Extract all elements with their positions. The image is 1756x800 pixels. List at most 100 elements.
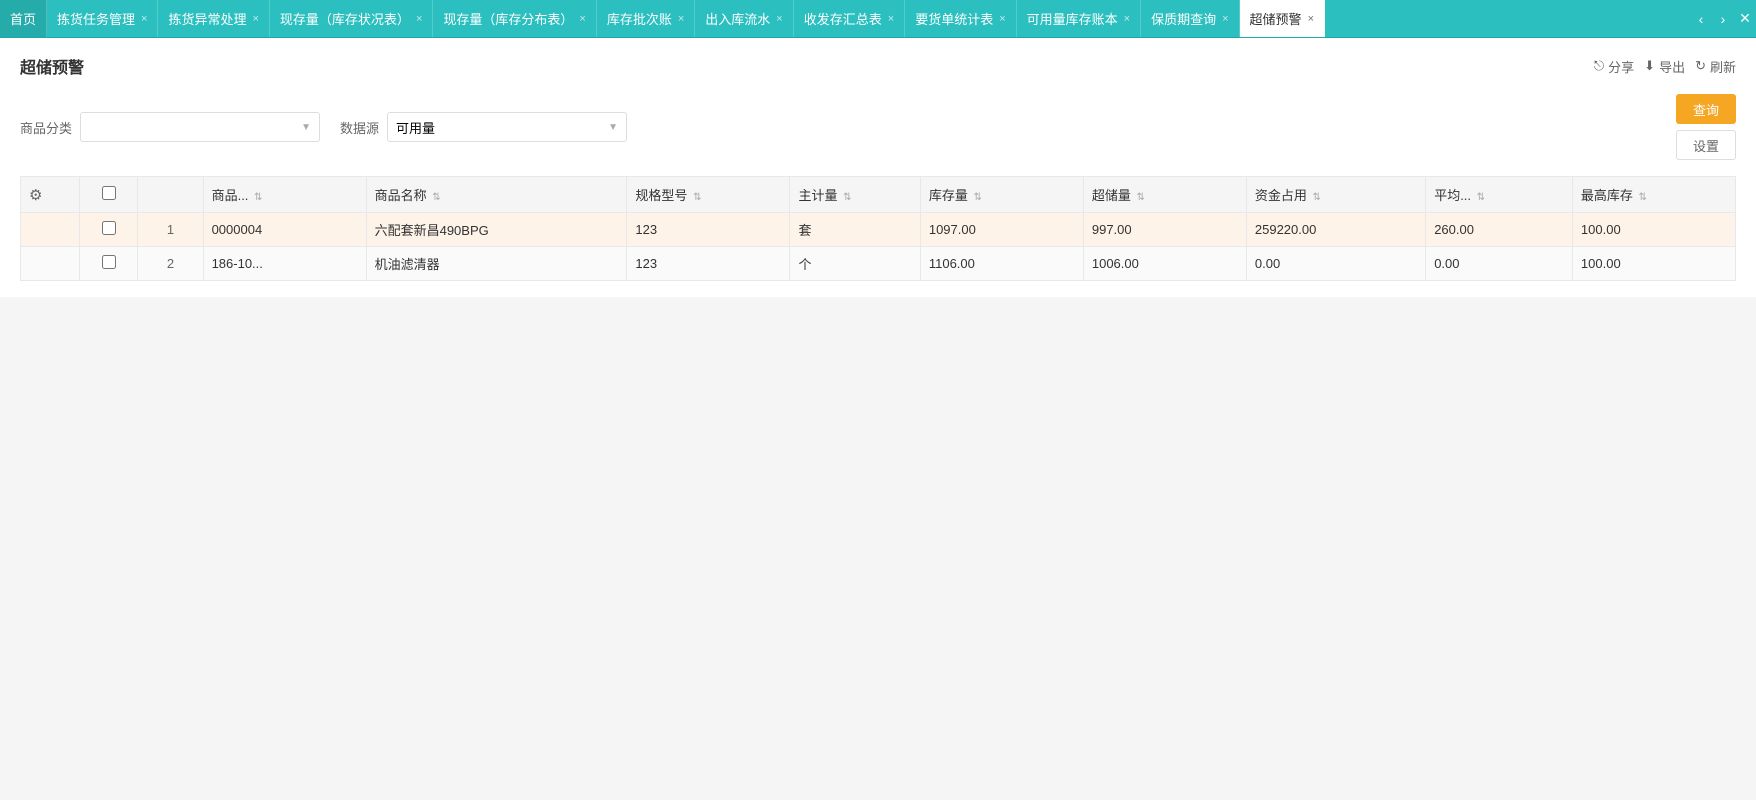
col-avg-price-header[interactable]: 平均... ⇅ (1426, 177, 1573, 213)
col-max-stock-label: 最高库存 (1581, 188, 1633, 203)
nav-available[interactable]: 可用量库存账本 × (1017, 0, 1141, 38)
settings-button[interactable]: 设置 (1676, 130, 1736, 160)
nav-shelf-life-label: 保质期查询 (1151, 9, 1216, 28)
refresh-label: 刷新 (1710, 57, 1736, 76)
nav-stock-status-close[interactable]: × (416, 13, 422, 25)
refresh-icon: ↻ (1695, 58, 1706, 74)
table-body: 1 0000004 六配套新昌490BPG 123 套 1097.00 997.… (21, 213, 1736, 281)
col-unit-sort-icon: ⇅ (843, 192, 851, 203)
row-num-cell: 2 (138, 247, 203, 281)
row-spec-cell: 123 (627, 247, 790, 281)
nav-next-button[interactable]: › (1712, 0, 1734, 38)
nav-exception-close[interactable]: × (252, 13, 258, 25)
export-button[interactable]: ⬇ 导出 (1644, 57, 1685, 76)
col-stock-qty-header[interactable]: 库存量 ⇅ (920, 177, 1083, 213)
row-num-cell: 1 (138, 213, 203, 247)
col-product-code-header[interactable]: 商品... ⇅ (203, 177, 366, 213)
row-settings-cell (21, 247, 80, 281)
export-icon: ⬇ (1644, 58, 1655, 74)
datasource-chevron-icon: ▼ (608, 122, 618, 133)
query-button[interactable]: 查询 (1676, 94, 1736, 124)
row-checkbox-cell[interactable] (79, 247, 138, 281)
row-settings-cell (21, 213, 80, 247)
page-title: 超储预警 (20, 54, 84, 78)
share-button[interactable]: ⎋ 分享 (1594, 57, 1634, 76)
row-overstock-qty-cell: 1006.00 (1083, 247, 1246, 281)
nav-available-close[interactable]: × (1124, 13, 1130, 25)
table-row: 2 186-10... 机油滤清器 123 个 1106.00 1006.00 … (21, 247, 1736, 281)
col-product-name-header[interactable]: 商品名称 ⇅ (366, 177, 627, 213)
row-overstock-qty-cell: 997.00 (1083, 213, 1246, 247)
col-avg-price-sort-icon: ⇅ (1477, 192, 1485, 203)
nav-exception[interactable]: 拣货异常处理 × (158, 0, 269, 38)
row-checkbox-1[interactable] (102, 255, 116, 269)
nav-summary[interactable]: 收发存汇总表 × (794, 0, 905, 38)
row-checkbox-cell[interactable] (79, 213, 138, 247)
nav-stock-status[interactable]: 现存量（库存状况表） × (270, 0, 433, 38)
nav-inout-label: 出入库流水 (705, 9, 770, 28)
filter-area: 商品分类 ▼ 数据源 可用量 ▼ 查询 设置 (20, 94, 1736, 160)
nav-stock-status-label: 现存量（库存状况表） (280, 9, 410, 28)
nav-overstock[interactable]: 超储预警 × (1240, 0, 1325, 38)
col-max-stock-sort-icon: ⇅ (1639, 192, 1647, 203)
nav-close-tab-button[interactable]: ✕ (1734, 0, 1756, 38)
category-select[interactable]: ▼ (80, 112, 320, 142)
nav-summary-close[interactable]: × (888, 13, 894, 25)
share-label: 分享 (1608, 57, 1634, 76)
category-chevron-icon: ▼ (301, 122, 311, 133)
col-max-stock-header[interactable]: 最高库存 ⇅ (1572, 177, 1735, 213)
row-avg-price-cell: 0.00 (1426, 247, 1573, 281)
row-product-code-cell: 186-10... (203, 247, 366, 281)
datasource-select-value: 可用量 (396, 118, 435, 137)
nav-batch[interactable]: 库存批次账 × (597, 0, 695, 38)
nav-prev-button[interactable]: ‹ (1690, 0, 1712, 38)
nav-batch-close[interactable]: × (678, 13, 684, 25)
nav-summary-label: 收发存汇总表 (804, 9, 882, 28)
nav-exception-label: 拣货异常处理 (168, 9, 246, 28)
nav-overstock-close[interactable]: × (1308, 13, 1314, 25)
nav-order-stats-label: 要货单统计表 (915, 9, 993, 28)
row-product-code-cell: 0000004 (203, 213, 366, 247)
nav-inout-close[interactable]: × (776, 13, 782, 25)
refresh-button[interactable]: ↻ 刷新 (1695, 57, 1736, 76)
col-overstock-qty-header[interactable]: 超储量 ⇅ (1083, 177, 1246, 213)
nav-order-stats-close[interactable]: × (999, 13, 1005, 25)
gear-icon: ⚙ (29, 187, 42, 204)
col-capital-label: 资金占用 (1255, 188, 1307, 203)
nav-inout[interactable]: 出入库流水 × (695, 0, 793, 38)
col-capital-header[interactable]: 资金占用 ⇅ (1246, 177, 1425, 213)
col-product-code-sort-icon: ⇅ (254, 192, 262, 203)
nav-shelf-life-close[interactable]: × (1222, 13, 1228, 25)
export-label: 导出 (1659, 57, 1685, 76)
col-rownum-header (138, 177, 203, 213)
nav-shelf-life[interactable]: 保质期查询 × (1141, 0, 1239, 38)
table-header: ⚙ 商品... ⇅ 商品名称 ⇅ 规格型号 ⇅ (21, 177, 1736, 213)
datasource-filter-label: 数据源 (340, 118, 379, 137)
row-spec-cell: 123 (627, 213, 790, 247)
col-spec-header[interactable]: 规格型号 ⇅ (627, 177, 790, 213)
nav-arrows: ‹ › ✕ (1690, 0, 1756, 38)
datasource-select[interactable]: 可用量 ▼ (387, 112, 627, 142)
table-header-row: ⚙ 商品... ⇅ 商品名称 ⇅ 规格型号 ⇅ (21, 177, 1736, 213)
row-capital-cell: 259220.00 (1246, 213, 1425, 247)
col-spec-label: 规格型号 (635, 188, 687, 203)
col-stock-qty-label: 库存量 (929, 188, 968, 203)
col-overstock-qty-label: 超储量 (1092, 188, 1131, 203)
row-checkbox-0[interactable] (102, 221, 116, 235)
nav-order-stats[interactable]: 要货单统计表 × (905, 0, 1016, 38)
header-actions: ⎋ 分享 ⬇ 导出 ↻ 刷新 (1594, 57, 1736, 76)
col-unit-header[interactable]: 主计量 ⇅ (790, 177, 920, 213)
row-unit-cell: 套 (790, 213, 920, 247)
nav-stock-dist[interactable]: 现存量（库存分布表） × (433, 0, 596, 38)
col-capital-sort-icon: ⇅ (1313, 192, 1321, 203)
share-icon: ⎋ (1594, 58, 1604, 74)
nav-task-mgmt[interactable]: 拣货任务管理 × (47, 0, 158, 38)
nav-stock-dist-close[interactable]: × (579, 13, 585, 25)
col-settings[interactable]: ⚙ (21, 177, 80, 213)
col-product-code-label: 商品... (212, 188, 249, 203)
select-all-checkbox[interactable] (102, 186, 116, 200)
nav-task-mgmt-close[interactable]: × (141, 13, 147, 25)
row-product-name-cell: 机油滤清器 (366, 247, 627, 281)
nav-home[interactable]: 首页 (0, 0, 47, 38)
nav-task-mgmt-label: 拣货任务管理 (57, 9, 135, 28)
